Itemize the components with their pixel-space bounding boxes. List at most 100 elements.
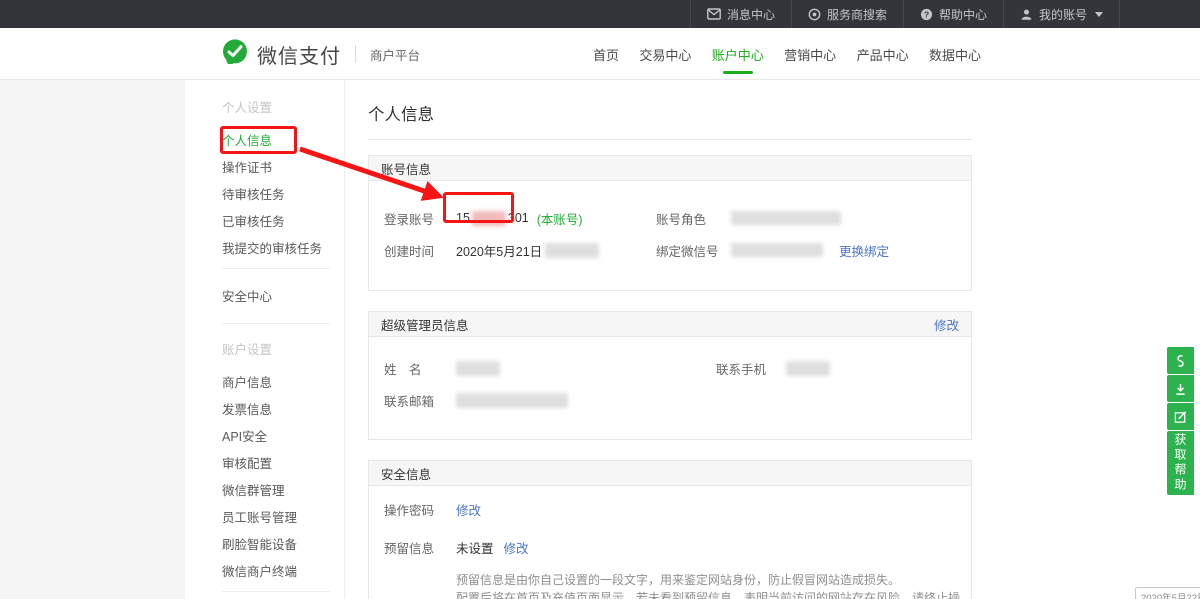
rebind-link[interactable]: 更换绑定: [839, 241, 889, 260]
security-info-panel-title: 安全信息: [381, 464, 431, 483]
account-role-value: [731, 211, 841, 225]
topbar: 消息中心 服务商搜索 ? 帮助中心 我的账号: [0, 0, 1200, 28]
sidebar-item-api-security[interactable]: API安全: [222, 422, 344, 449]
contact-phone-label: 联系手机: [716, 359, 766, 378]
account-info-panel-header: 账号信息: [369, 156, 971, 181]
login-account-suffix: 301: [508, 211, 529, 225]
brand-name: 微信支付: [257, 40, 341, 69]
login-account-label: 登录账号: [384, 209, 456, 228]
bound-wechat-value: 更换绑定: [731, 241, 889, 260]
created-time-value: 2020年5月21日: [456, 241, 599, 260]
date-tooltip: 2020年5月22日: [1135, 587, 1200, 599]
nav-data-center[interactable]: 数据中心: [929, 45, 981, 64]
wechat-pay-logo-icon: [221, 38, 249, 71]
sidebar-item-invoice-info[interactable]: 发票信息: [222, 395, 344, 422]
brand: 微信支付 商户平台: [221, 28, 420, 80]
super-admin-edit-link[interactable]: 修改: [934, 315, 959, 334]
account-role-label: 账号角色: [656, 209, 706, 228]
sidebar-item-merchant-info[interactable]: 商户信息: [222, 368, 344, 395]
mail-icon: [707, 8, 721, 20]
topbar-item-provider-search[interactable]: 服务商搜索: [791, 0, 903, 28]
nav-home[interactable]: 首页: [593, 45, 619, 64]
search-target-icon: [808, 8, 821, 21]
security-info-panel-header: 安全信息: [369, 461, 971, 486]
topbar-item-message-center[interactable]: 消息中心: [690, 0, 791, 28]
svg-text:?: ?: [924, 9, 929, 19]
page: 消息中心 服务商搜索 ? 帮助中心 我的账号: [0, 0, 1200, 599]
chevron-down-icon: [1095, 12, 1103, 17]
nav-product-center[interactable]: 产品中心: [857, 45, 909, 64]
admin-name-redacted: [456, 361, 500, 376]
super-admin-panel-header: 超级管理员信息 修改: [369, 312, 971, 337]
created-date: 2020年5月21日: [456, 241, 542, 260]
main-nav: 首页 交易中心 账户中心 营销中心 产品中心 数据中心: [593, 28, 981, 80]
sidebar: 个人设置 个人信息 操作证书 待审核任务 已审核任务 我提交的审核任务 安全中心…: [185, 80, 345, 599]
page-title: 个人信息: [368, 101, 972, 125]
sidebar-section-account-settings: 账户设置: [222, 335, 344, 362]
get-help-button[interactable]: 获取帮助: [1167, 431, 1194, 495]
admin-name-value: [456, 361, 500, 376]
contact-email-redacted: [456, 393, 568, 408]
title-divider: [368, 139, 972, 140]
portal-name: 商户平台: [370, 45, 420, 64]
reserved-info-status: 未设置: [456, 538, 494, 557]
sidebar-item-my-submitted-tasks[interactable]: 我提交的审核任务: [222, 234, 344, 261]
sidebar-divider: [222, 323, 330, 324]
sidebar-item-pending-review-tasks[interactable]: 待审核任务: [222, 180, 344, 207]
sidebar-item-staff-account-management[interactable]: 员工账号管理: [222, 503, 344, 530]
created-time-label: 创建时间: [384, 241, 456, 260]
reserved-info-edit-link[interactable]: 修改: [504, 538, 529, 557]
sidebar-divider: [222, 591, 330, 592]
topbar-item-label: 帮助中心: [939, 6, 987, 23]
download-button[interactable]: [1167, 375, 1194, 402]
sidebar-item-wechat-merchant-terminal[interactable]: 微信商户终端: [222, 557, 344, 584]
super-admin-panel-title: 超级管理员信息: [381, 315, 469, 334]
question-icon: ?: [920, 8, 933, 21]
topbar-item-label: 消息中心: [727, 6, 775, 23]
topbar-items: 消息中心 服务商搜索 ? 帮助中心 我的账号: [690, 0, 1120, 28]
super-admin-panel: 超级管理员信息 修改 姓 名 联系手机 联系邮箱: [368, 311, 972, 440]
sidebar-item-reviewed-tasks[interactable]: 已审核任务: [222, 207, 344, 234]
login-account-redacted: [472, 211, 506, 226]
sidebar-section-personal-settings: 个人设置: [222, 93, 344, 120]
sidebar-item-operation-certificate[interactable]: 操作证书: [222, 153, 344, 180]
contact-email-value: [456, 393, 568, 408]
download-icon: [1174, 382, 1187, 396]
contact-phone-redacted: [786, 361, 830, 376]
floating-help-widget: 获取帮助: [1167, 347, 1194, 495]
nav-transaction-center[interactable]: 交易中心: [639, 45, 691, 64]
account-role-redacted: [731, 211, 841, 225]
user-icon: [1020, 8, 1033, 21]
main-content: 个人信息 账号信息 登录账号 15 301 (本账号) 账号角色: [368, 80, 972, 599]
link-icon: [1174, 354, 1187, 368]
login-account-value: 15 301 (本账号): [456, 209, 583, 228]
help-line: 配置后将在首页及充值页面显示。若未看到预留信息，表明当前访问的网站存在风险，请终…: [456, 589, 971, 599]
nav-marketing-center[interactable]: 营销中心: [784, 45, 836, 64]
header: 微信支付 商户平台 首页 交易中心 账户中心 营销中心 产品中心 数据中心: [0, 28, 1200, 80]
created-time-redacted: [545, 243, 599, 258]
nav-account-center[interactable]: 账户中心: [712, 45, 764, 64]
contact-phone-value: [786, 361, 830, 376]
operation-password-edit-link[interactable]: 修改: [456, 500, 481, 519]
account-info-panel: 账号信息 登录账号 15 301 (本账号) 账号角色: [368, 155, 972, 291]
bound-wechat-label: 绑定微信号: [656, 241, 719, 260]
sidebar-item-face-smart-device[interactable]: 刷脸智能设备: [222, 530, 344, 557]
topbar-item-help-center[interactable]: ? 帮助中心: [903, 0, 1003, 28]
topbar-item-label: 我的账号: [1039, 6, 1087, 23]
feedback-button[interactable]: [1167, 403, 1194, 430]
login-account-prefix: 15: [456, 211, 470, 225]
left-gutter: [0, 80, 185, 599]
sidebar-item-personal-info[interactable]: 个人信息: [222, 126, 344, 153]
edit-icon: [1174, 410, 1187, 424]
sidebar-divider: [222, 268, 330, 269]
account-info-panel-title: 账号信息: [381, 159, 431, 178]
topbar-item-my-account[interactable]: 我的账号: [1003, 0, 1120, 28]
sidebar-item-wechat-group-management[interactable]: 微信群管理: [222, 476, 344, 503]
contact-link-button[interactable]: [1167, 347, 1194, 374]
reserved-info-help-text: 预留信息是由你自己设置的一段文字，用来鉴定网站身份，防止假冒网站造成损失。 配置…: [456, 571, 971, 599]
sidebar-item-security-center[interactable]: 安全中心: [222, 282, 344, 309]
help-line: 预留信息是由你自己设置的一段文字，用来鉴定网站身份，防止假冒网站造成损失。: [456, 571, 971, 589]
topbar-item-label: 服务商搜索: [827, 6, 887, 23]
admin-name-label: 姓 名: [384, 359, 456, 378]
sidebar-item-review-config[interactable]: 审核配置: [222, 449, 344, 476]
